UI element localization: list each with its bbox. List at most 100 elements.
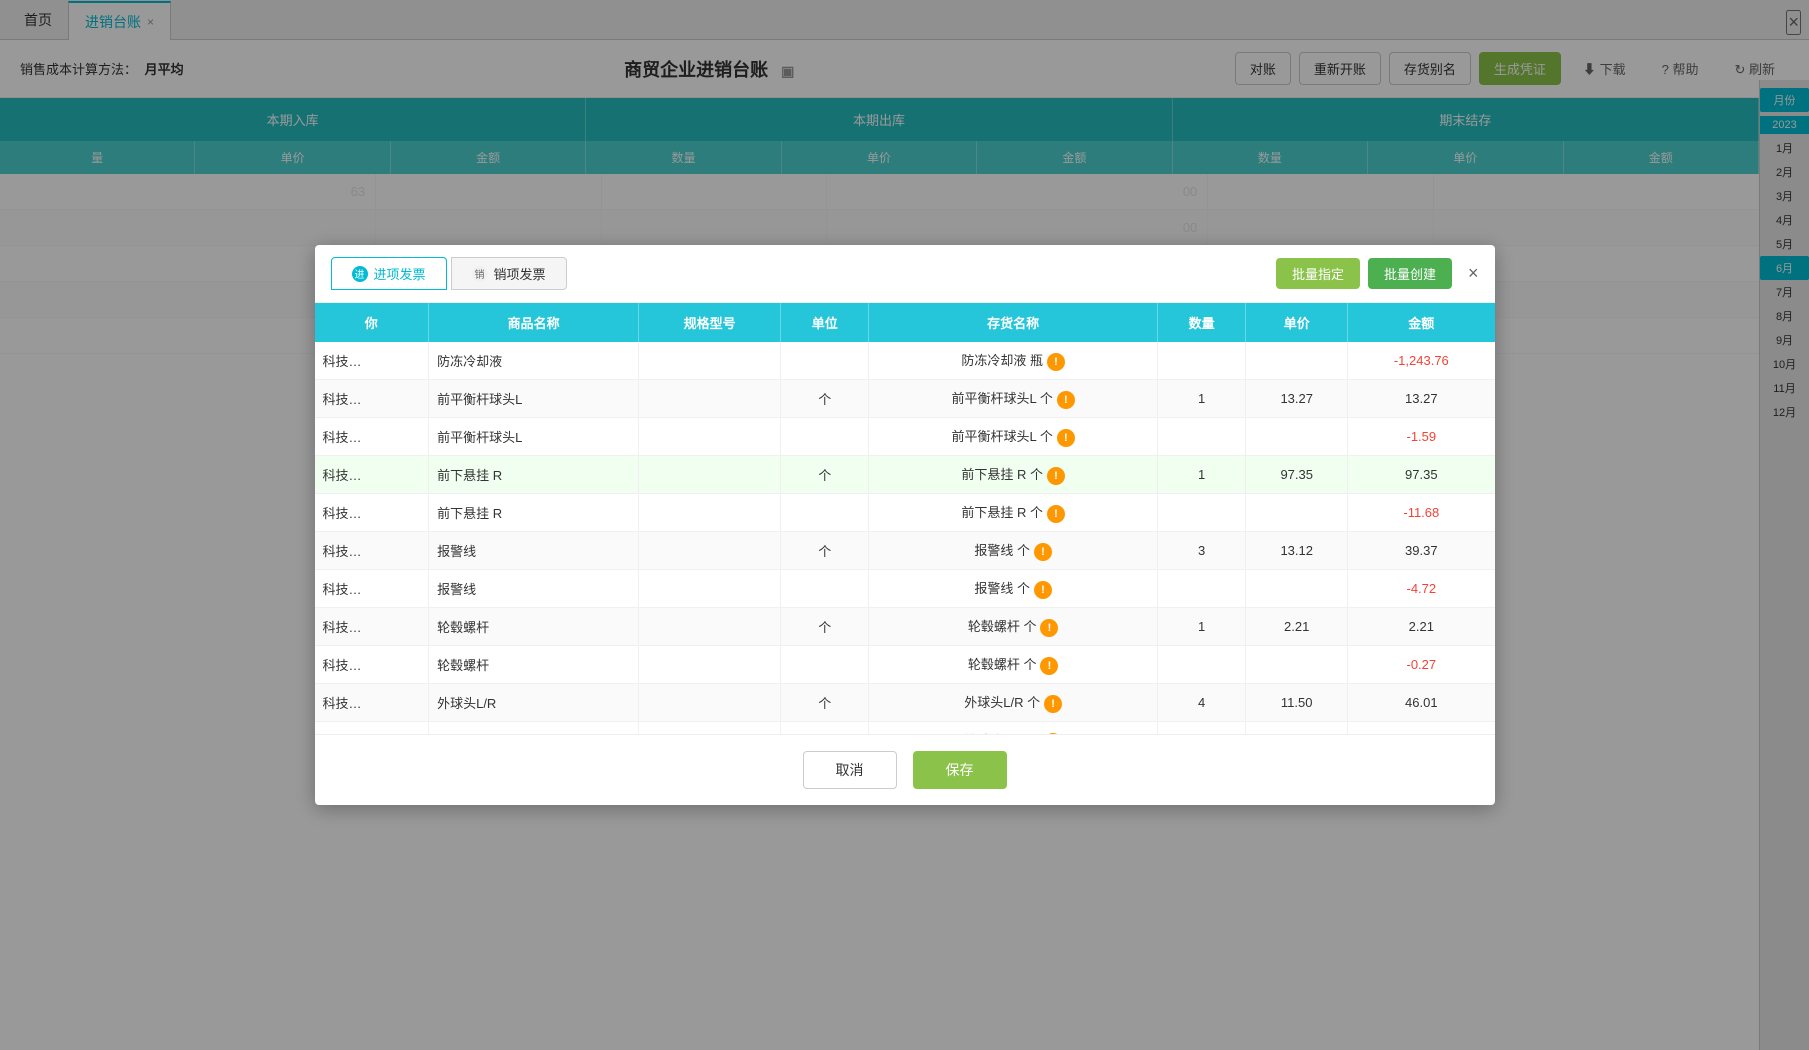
col-header-company: 你 (315, 303, 429, 342)
table-cell: 11.50 (1246, 684, 1348, 722)
table-cell: 2.21 (1246, 608, 1348, 646)
table-cell[interactable]: 轮毂螺杆 个! (869, 608, 1157, 646)
tab-out-invoice[interactable]: 销 销项发票 (451, 257, 567, 290)
table-cell: 个 (781, 608, 869, 646)
col-header-inventory-name: 存货名称 (869, 303, 1157, 342)
dialog-header: 进 进项发票 销 销项发票 批量指定 批量创建 × (315, 245, 1495, 303)
table-cell: 46.01 (1348, 684, 1495, 722)
table-cell: 个 (781, 532, 869, 570)
table-cell: -4.72 (1348, 570, 1495, 608)
table-cell: 外球头L/R (429, 684, 639, 722)
table-cell (639, 418, 781, 456)
table-cell: 科技… (315, 456, 429, 494)
table-cell (639, 646, 781, 684)
table-cell: 个 (781, 380, 869, 418)
table-row: 科技…前下悬挂 R前下悬挂 R 个!-11.68 (315, 494, 1495, 532)
col-header-product-name: 商品名称 (429, 303, 639, 342)
table-cell[interactable]: 前下悬挂 R 个! (869, 494, 1157, 532)
table-cell: 个 (781, 684, 869, 722)
dialog-footer: 取消 保存 (315, 734, 1495, 805)
table-cell (781, 494, 869, 532)
table-cell[interactable]: 前下悬挂 R 个! (869, 456, 1157, 494)
table-cell (1246, 418, 1348, 456)
col-header-unit: 单位 (781, 303, 869, 342)
table-cell: 前下悬挂 R (429, 456, 639, 494)
table-row: 科技…前平衡杆球头L 前平衡杆球头L 个! -1.59 (315, 418, 1495, 456)
warning-icon[interactable]: ! (1044, 695, 1062, 713)
table-cell (1157, 722, 1245, 735)
table-cell (781, 646, 869, 684)
col-header-qty: 数量 (1157, 303, 1245, 342)
table-cell (1157, 570, 1245, 608)
table-row: 科技…轮毂螺杆 轮毂螺杆 个! -0.27 (315, 646, 1495, 684)
warning-icon[interactable]: ! (1040, 619, 1058, 637)
table-cell (781, 570, 869, 608)
table-cell (639, 380, 781, 418)
tab-in-invoice[interactable]: 进 进项发票 (331, 257, 447, 290)
table-row: 科技…报警线报警线 个!-4.72 (315, 570, 1495, 608)
warning-icon[interactable]: ! (1034, 581, 1052, 599)
warning-icon[interactable]: ! (1040, 657, 1058, 675)
table-cell: 前平衡杆球头L (429, 380, 639, 418)
save-button[interactable]: 保存 (913, 751, 1007, 789)
warning-icon[interactable]: ! (1047, 505, 1065, 523)
batch-assign-button[interactable]: 批量指定 (1276, 258, 1360, 289)
table-cell (781, 418, 869, 456)
table-cell[interactable]: 报警线 个! (869, 532, 1157, 570)
table-cell (639, 342, 781, 380)
cancel-button[interactable]: 取消 (803, 751, 897, 789)
table-cell: -1.59 (1348, 418, 1495, 456)
table-cell[interactable]: 防冻冷却液 瓶! (869, 342, 1157, 380)
table-cell[interactable]: 报警线 个! (869, 570, 1157, 608)
table-cell: -11.68 (1348, 494, 1495, 532)
table-cell: 科技… (315, 532, 429, 570)
table-cell: 科技… (315, 646, 429, 684)
warning-icon[interactable]: ! (1057, 429, 1075, 447)
table-row: 科技…外球头L/R外球头L/R 个!-5.52 (315, 722, 1495, 735)
table-cell[interactable]: 前平衡杆球头L 个! (869, 418, 1157, 456)
table-cell (639, 684, 781, 722)
table-cell: -1,243.76 (1348, 342, 1495, 380)
table-cell: 39.37 (1348, 532, 1495, 570)
tab-in-label: 进项发票 (374, 264, 426, 283)
table-cell: 个 (781, 456, 869, 494)
warning-icon[interactable]: ! (1047, 353, 1065, 371)
dialog-overlay: 进 进项发票 销 销项发票 批量指定 批量创建 × (0, 0, 1809, 1050)
table-cell: 3 (1157, 532, 1245, 570)
table-cell: -0.27 (1348, 646, 1495, 684)
table-row: 科技…外球头L/R个外球头L/R 个!411.5046.01 (315, 684, 1495, 722)
warning-icon[interactable]: ! (1034, 543, 1052, 561)
table-cell[interactable]: 外球头L/R 个! (869, 722, 1157, 735)
table-cell[interactable]: 外球头L/R 个! (869, 684, 1157, 722)
table-cell: 轮毂螺杆 (429, 646, 639, 684)
table-cell: 97.35 (1348, 456, 1495, 494)
table-cell (1246, 342, 1348, 380)
table-cell (1246, 646, 1348, 684)
table-cell: 科技… (315, 418, 429, 456)
table-cell (639, 722, 781, 735)
warning-icon[interactable]: ! (1047, 467, 1065, 485)
table-cell: 前平衡杆球头L (429, 418, 639, 456)
table-cell: 13.27 (1348, 380, 1495, 418)
table-cell (781, 722, 869, 735)
table-row: 科技…防冻冷却液防冻冷却液 瓶!-1,243.76 (315, 342, 1495, 380)
invoice-table: 你 商品名称 规格型号 单位 存货名称 数量 单价 金额 科技…防冻冷却液防冻冷… (315, 303, 1495, 734)
table-cell[interactable]: 前平衡杆球头L 个! (869, 380, 1157, 418)
dialog-tabs: 进 进项发票 销 销项发票 (331, 257, 567, 290)
dialog-close-button[interactable]: × (1468, 263, 1479, 284)
table-cell[interactable]: 轮毂螺杆 个! (869, 646, 1157, 684)
table-cell: 2.21 (1348, 608, 1495, 646)
table-cell: 科技… (315, 684, 429, 722)
table-cell (639, 532, 781, 570)
table-cell: 13.27 (1246, 380, 1348, 418)
table-row: 科技…轮毂螺杆个轮毂螺杆 个!12.212.21 (315, 608, 1495, 646)
table-cell: 防冻冷却液 (429, 342, 639, 380)
table-row: 科技…前平衡杆球头L个前平衡杆球头L 个!113.2713.27 (315, 380, 1495, 418)
batch-create-button[interactable]: 批量创建 (1368, 258, 1452, 289)
table-cell: 前下悬挂 R (429, 494, 639, 532)
table-cell: 1 (1157, 380, 1245, 418)
warning-icon[interactable]: ! (1057, 391, 1075, 409)
table-cell: 1 (1157, 456, 1245, 494)
col-header-spec: 规格型号 (639, 303, 781, 342)
table-cell: 报警线 (429, 532, 639, 570)
